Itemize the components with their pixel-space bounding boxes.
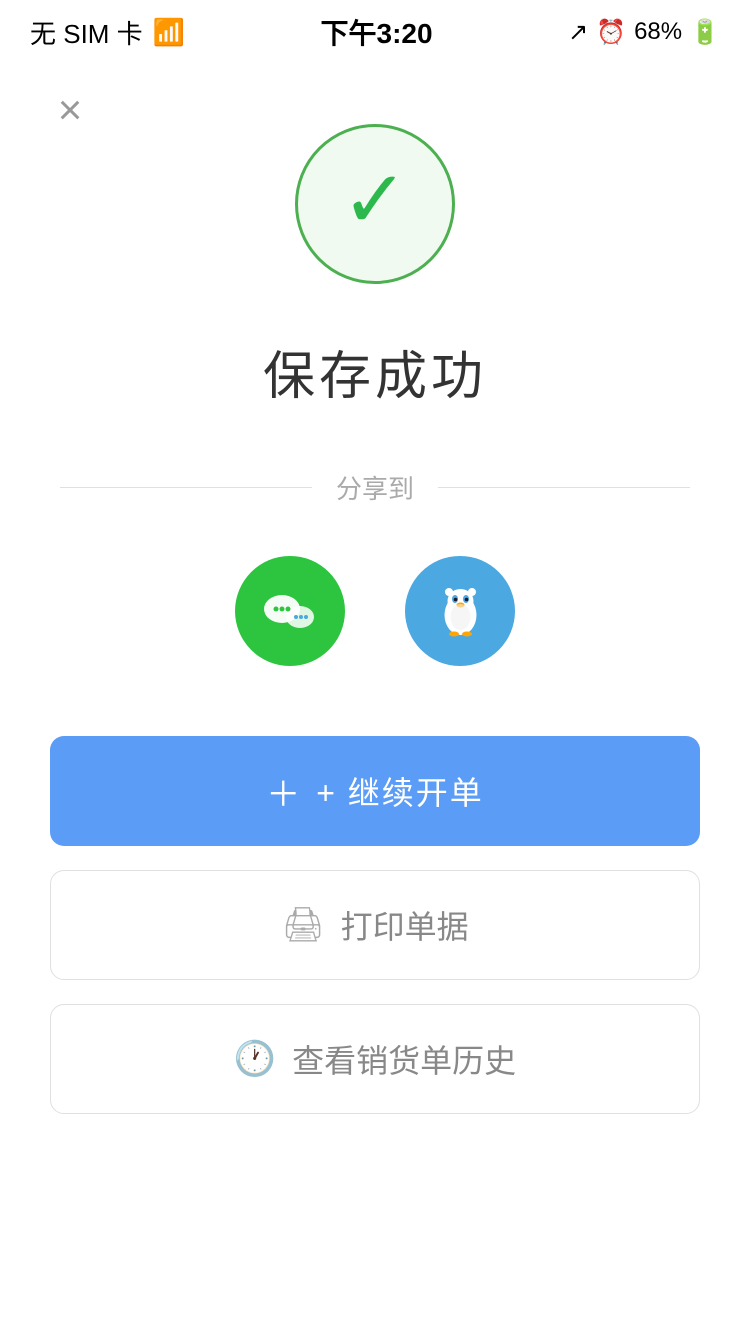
wifi-icon: 📶 [153, 17, 185, 48]
continue-label: + 继续开单 [316, 768, 484, 814]
action-buttons: ＋ + 继续开单 🖨 打印单据 🕐 查看销货单历史 [0, 736, 750, 1114]
status-left: 无 SIM 卡 📶 [30, 14, 185, 51]
share-label: 分享到 [312, 469, 438, 506]
qq-share-button[interactable] [405, 556, 515, 666]
clock-icon: 🕐 [234, 1039, 276, 1079]
divider-line-left [60, 487, 312, 488]
wechat-icon [258, 579, 323, 644]
status-bar: 无 SIM 卡 📶 下午3:20 ↗ ⏰ 68% 🔋 [0, 0, 750, 64]
main-content: ✓ 保存成功 分享到 [0, 64, 750, 1114]
battery-label: 68% [634, 18, 682, 46]
status-right: ↗ ⏰ 68% 🔋 [568, 18, 720, 47]
close-icon: × [58, 89, 83, 131]
success-circle: ✓ [295, 124, 455, 284]
print-label: 打印单据 [341, 902, 469, 948]
share-buttons [235, 556, 515, 666]
continue-button[interactable]: ＋ + 继续开单 [50, 736, 700, 846]
battery-icon: 🔋 [690, 18, 720, 47]
history-label: 查看销货单历史 [292, 1036, 516, 1082]
status-time: 下午3:20 [321, 12, 433, 52]
location-icon: ↗ [568, 18, 588, 47]
success-title: 保存成功 [263, 334, 487, 409]
print-button[interactable]: 🖨 打印单据 [50, 870, 700, 980]
alarm-icon: ⏰ [596, 18, 626, 47]
history-button[interactable]: 🕐 查看销货单历史 [50, 1004, 700, 1114]
close-button[interactable]: × [40, 80, 100, 140]
share-divider: 分享到 [0, 469, 750, 506]
divider-line-right [438, 487, 690, 488]
print-icon: 🖨 [281, 905, 324, 945]
wechat-share-button[interactable] [235, 556, 345, 666]
checkmark-icon: ✓ [341, 160, 408, 240]
plus-icon: ＋ [266, 767, 300, 816]
qq-icon [428, 579, 493, 644]
sim-label: 无 SIM 卡 [30, 14, 143, 51]
